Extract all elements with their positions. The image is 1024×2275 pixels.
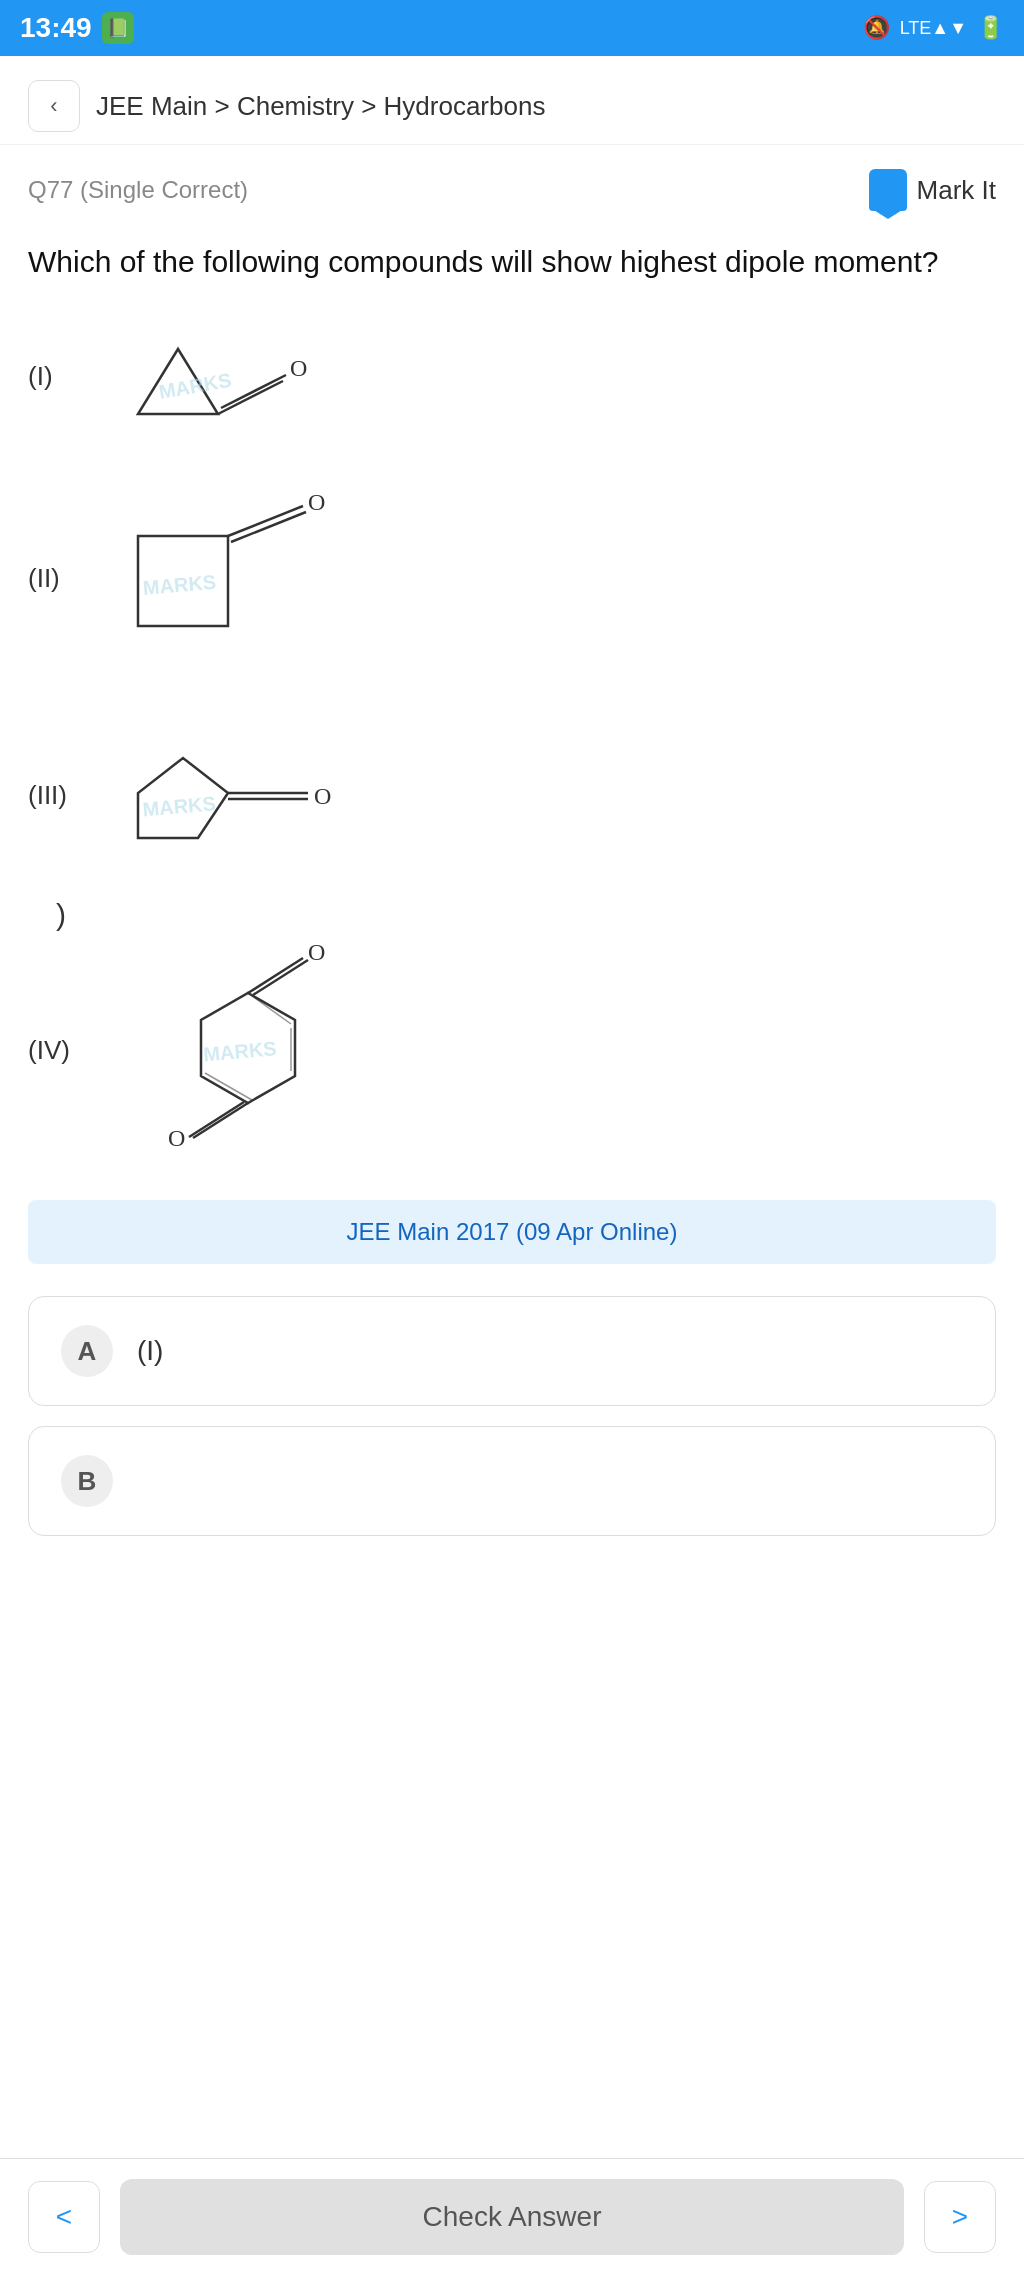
compound-img-II: O MARKS bbox=[108, 496, 996, 660]
signal-icon: LTE▲▼ bbox=[900, 18, 967, 39]
svg-line-23 bbox=[189, 1102, 244, 1137]
svg-text:MARKS: MARKS bbox=[142, 792, 217, 820]
answer-option-B[interactable]: B bbox=[28, 1426, 996, 1536]
back-icon: ‹ bbox=[50, 93, 57, 119]
back-button[interactable]: ‹ bbox=[28, 80, 80, 132]
compounds-area: (I) O MARKS (II) bbox=[0, 304, 1024, 1152]
answer-options: A (I) B bbox=[0, 1296, 1024, 1536]
svg-text:O: O bbox=[168, 1125, 185, 1151]
compound-row-III: (III) O MARKS bbox=[28, 708, 996, 882]
check-answer-button[interactable]: Check Answer bbox=[120, 2179, 904, 2255]
battery-icon: 🔋 bbox=[977, 15, 1004, 41]
app-icon: 📗 bbox=[102, 12, 134, 44]
nav-bar: ‹ JEE Main > Chemistry > Hydrocarbons bbox=[0, 56, 1024, 145]
svg-text:O: O bbox=[314, 783, 331, 809]
compound-label-III: (III) bbox=[28, 780, 108, 811]
option-circle-A: A bbox=[61, 1325, 113, 1377]
source-badge: JEE Main 2017 (09 Apr Online) bbox=[28, 1200, 996, 1264]
question-number: Q77 (Single Correct) bbox=[28, 176, 248, 204]
mark-it-label: Mark It bbox=[917, 175, 996, 206]
time-display: 13:49 bbox=[20, 12, 92, 44]
status-bar: 13:49 📗 🔕 LTE▲▼ 🔋 bbox=[0, 0, 1024, 56]
closing-paren: ) bbox=[28, 898, 996, 932]
svg-line-20 bbox=[253, 960, 308, 995]
status-icons: 🔕 LTE▲▼ 🔋 bbox=[863, 15, 1004, 41]
mark-it-button[interactable]: Mark It bbox=[869, 169, 996, 211]
svg-line-6 bbox=[228, 506, 303, 536]
bookmark-icon bbox=[869, 169, 907, 211]
svg-text:MARKS: MARKS bbox=[142, 571, 217, 599]
answer-option-A[interactable]: A (I) bbox=[28, 1296, 996, 1406]
prev-button[interactable]: < bbox=[28, 2181, 100, 2253]
breadcrumb: JEE Main > Chemistry > Hydrocarbons bbox=[96, 91, 545, 122]
compound-label-II: (II) bbox=[28, 563, 108, 594]
svg-text:O: O bbox=[290, 355, 307, 381]
compound-label-IV: (IV) bbox=[28, 1035, 108, 1066]
svg-line-19 bbox=[248, 958, 303, 993]
svg-line-16 bbox=[252, 996, 291, 1024]
svg-text:MARKS: MARKS bbox=[157, 369, 233, 403]
svg-line-18 bbox=[205, 1073, 252, 1100]
compound-img-III: O MARKS bbox=[108, 708, 996, 882]
prev-icon: < bbox=[56, 2201, 72, 2233]
svg-line-7 bbox=[231, 512, 306, 542]
svg-text:O: O bbox=[308, 489, 325, 515]
compound-row-II: (II) O MARKS bbox=[28, 496, 996, 660]
question-text: Which of the following compounds will sh… bbox=[0, 223, 1024, 304]
option-circle-B: B bbox=[61, 1455, 113, 1507]
compound-label-I: (I) bbox=[28, 361, 108, 392]
compound-row-I: (I) O MARKS bbox=[28, 304, 996, 448]
svg-text:MARKS: MARKS bbox=[202, 1037, 277, 1065]
compound-img-I: O MARKS bbox=[108, 304, 996, 448]
compound-row-IV: (IV) O bbox=[28, 948, 996, 1152]
next-button[interactable]: > bbox=[924, 2181, 996, 2253]
svg-line-22 bbox=[193, 1103, 248, 1138]
compound-img-IV: O O MARKS bbox=[108, 948, 996, 1152]
next-icon: > bbox=[952, 2201, 968, 2233]
status-time-area: 13:49 📗 bbox=[20, 12, 134, 44]
question-header: Q77 (Single Correct) Mark It bbox=[0, 145, 1024, 223]
option-text-A: (I) bbox=[137, 1335, 163, 1367]
bell-icon: 🔕 bbox=[863, 15, 890, 41]
bottom-nav: < Check Answer > bbox=[0, 2158, 1024, 2275]
svg-text:O: O bbox=[308, 939, 325, 965]
